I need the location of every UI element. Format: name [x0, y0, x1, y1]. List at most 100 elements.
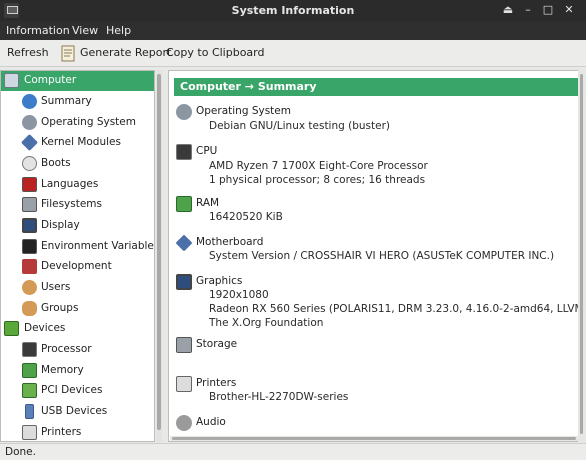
sidebar-item-label: Languages: [41, 178, 99, 190]
sidebar-scrollbar[interactable]: [156, 70, 162, 442]
sidebar-item-label: PCI Devices: [41, 384, 103, 396]
drive-icon: [22, 197, 37, 212]
usb-icon: [25, 404, 34, 419]
speaker-icon: [176, 415, 192, 431]
summary-header: Computer → Summary: [174, 78, 580, 96]
terminal-icon: [22, 239, 37, 254]
power-icon: [22, 156, 37, 171]
sidebar-item-languages[interactable]: Languages: [1, 175, 154, 195]
summary-panel: Computer → Summary Operating System Debi…: [168, 70, 585, 442]
sidebar-item-label: Kernel Modules: [41, 136, 121, 148]
status-bar: Done.: [0, 443, 586, 460]
module-icon: [21, 134, 38, 151]
processor-icon: [176, 144, 192, 160]
menu-information[interactable]: Information: [6, 24, 70, 37]
sidebar-item-pci-devices[interactable]: PCI Devices: [1, 381, 154, 401]
title-bar: System Information ⏏ – □ ✕: [0, 0, 586, 21]
sidebar-item-memory[interactable]: Memory: [1, 361, 154, 381]
sidebar-item-label: USB Devices: [41, 405, 108, 417]
memory-icon: [176, 196, 192, 212]
sidebar-item-summary[interactable]: Summary: [1, 92, 154, 112]
drive-icon: [176, 337, 192, 353]
monitor-icon: [176, 274, 192, 290]
sidebar-item-label: Users: [41, 281, 71, 293]
sidebar-item-label: Printers: [41, 426, 82, 438]
section-title: Operating System: [196, 105, 291, 117]
graphics-resolution: 1920x1080: [209, 289, 269, 301]
window-title: System Information: [231, 4, 355, 17]
sidebar-item-label: Groups: [41, 302, 79, 314]
flag-icon: [22, 177, 37, 192]
copy-to-clipboard-button[interactable]: Copy to Clipboard: [166, 46, 264, 59]
sidebar-item-devices[interactable]: Devices: [1, 319, 154, 339]
sidebar-item-operating-system[interactable]: Operating System: [1, 113, 154, 133]
sidebar-item-label: Boots: [41, 157, 71, 169]
shade-icon[interactable]: ⏏: [500, 2, 516, 18]
printer-icon: [176, 376, 192, 392]
toolbar: Refresh Generate Report Copy to Clipboar…: [0, 40, 586, 67]
section-title: Motherboard: [196, 236, 264, 248]
minimize-icon[interactable]: –: [520, 2, 536, 18]
monitor-icon: [22, 218, 37, 233]
printer-value: Brother-HL-2270DW-series: [209, 391, 349, 403]
sidebar-item-users[interactable]: Users: [1, 278, 154, 298]
content-vertical-scrollbar[interactable]: [578, 70, 585, 442]
graphics-card: Radeon RX 560 Series (POLARIS11, DRM 3.2…: [209, 303, 585, 315]
close-icon[interactable]: ✕: [561, 2, 577, 18]
sidebar-item-label: Devices: [24, 322, 66, 334]
sidebar-item-display[interactable]: Display: [1, 216, 154, 236]
memory-icon: [22, 363, 37, 378]
sidebar-item-label: Processor: [41, 343, 92, 355]
sidebar-item-kernel-modules[interactable]: Kernel Modules: [1, 133, 154, 153]
horizontal-scrollbar-thumb[interactable]: [172, 437, 576, 440]
group-icon: [22, 301, 37, 316]
section-title: CPU: [196, 145, 218, 157]
sidebar-item-label: Memory: [41, 364, 84, 376]
processor-icon: [22, 342, 37, 357]
maximize-icon[interactable]: □: [540, 2, 556, 18]
sidebar-item-boots[interactable]: Boots: [1, 154, 154, 174]
menu-help[interactable]: Help: [106, 24, 131, 37]
sidebar-item-label: Display: [41, 219, 80, 231]
sidebar-item-label: Environment Variables: [41, 240, 155, 252]
sidebar-item-label: Filesystems: [41, 198, 103, 210]
graphics-vendor: The X.Org Foundation: [209, 317, 324, 329]
info-icon: [22, 94, 37, 109]
sidebar-item-processor[interactable]: Processor: [1, 340, 154, 360]
section-title: RAM: [196, 197, 220, 209]
sidebar-item-label: Operating System: [41, 116, 136, 128]
content-horizontal-scrollbar[interactable]: [170, 436, 578, 441]
computer-icon: [4, 73, 19, 88]
report-icon: [61, 45, 75, 62]
motherboard-icon: [175, 234, 193, 252]
sidebar-item-usb-devices[interactable]: USB Devices: [1, 402, 154, 422]
pci-card-icon: [22, 383, 37, 398]
sidebar-item-filesystems[interactable]: Filesystems: [1, 195, 154, 215]
sidebar-scrollbar-thumb[interactable]: [157, 74, 161, 430]
ram-value: 16420520 KiB: [209, 211, 283, 223]
cpu-model: AMD Ryzen 7 1700X Eight-Core Processor: [209, 160, 428, 172]
section-title: Graphics: [196, 275, 243, 287]
motherboard-value: System Version / CROSSHAIR VI HERO (ASUS…: [209, 250, 555, 262]
sidebar-item-printers[interactable]: Printers: [1, 423, 154, 441]
sidebar: Computer Summary Operating System Kernel…: [0, 70, 155, 442]
section-title: Audio: [196, 416, 226, 428]
sidebar-item-computer[interactable]: Computer: [1, 71, 154, 91]
refresh-button[interactable]: Refresh: [7, 46, 49, 59]
section-title: Storage: [196, 338, 238, 350]
sidebar-item-label: Development: [41, 260, 112, 272]
printer-icon: [22, 425, 37, 440]
status-text: Done.: [5, 446, 36, 458]
section-title: Printers: [196, 377, 237, 389]
vertical-scrollbar-thumb[interactable]: [580, 74, 583, 434]
sidebar-item-label: Summary: [41, 95, 92, 107]
generate-report-button[interactable]: Generate Report: [80, 46, 171, 59]
os-value: Debian GNU/Linux testing (buster): [209, 120, 391, 132]
menu-view[interactable]: View: [72, 24, 98, 37]
sidebar-item-development[interactable]: Development: [1, 257, 154, 277]
toolbox-icon: [22, 259, 37, 274]
menu-bar: Information View Help: [0, 21, 586, 40]
sidebar-item-groups[interactable]: Groups: [1, 299, 154, 319]
sidebar-item-environment-variables[interactable]: Environment Variables: [1, 237, 154, 257]
user-icon: [22, 280, 37, 295]
